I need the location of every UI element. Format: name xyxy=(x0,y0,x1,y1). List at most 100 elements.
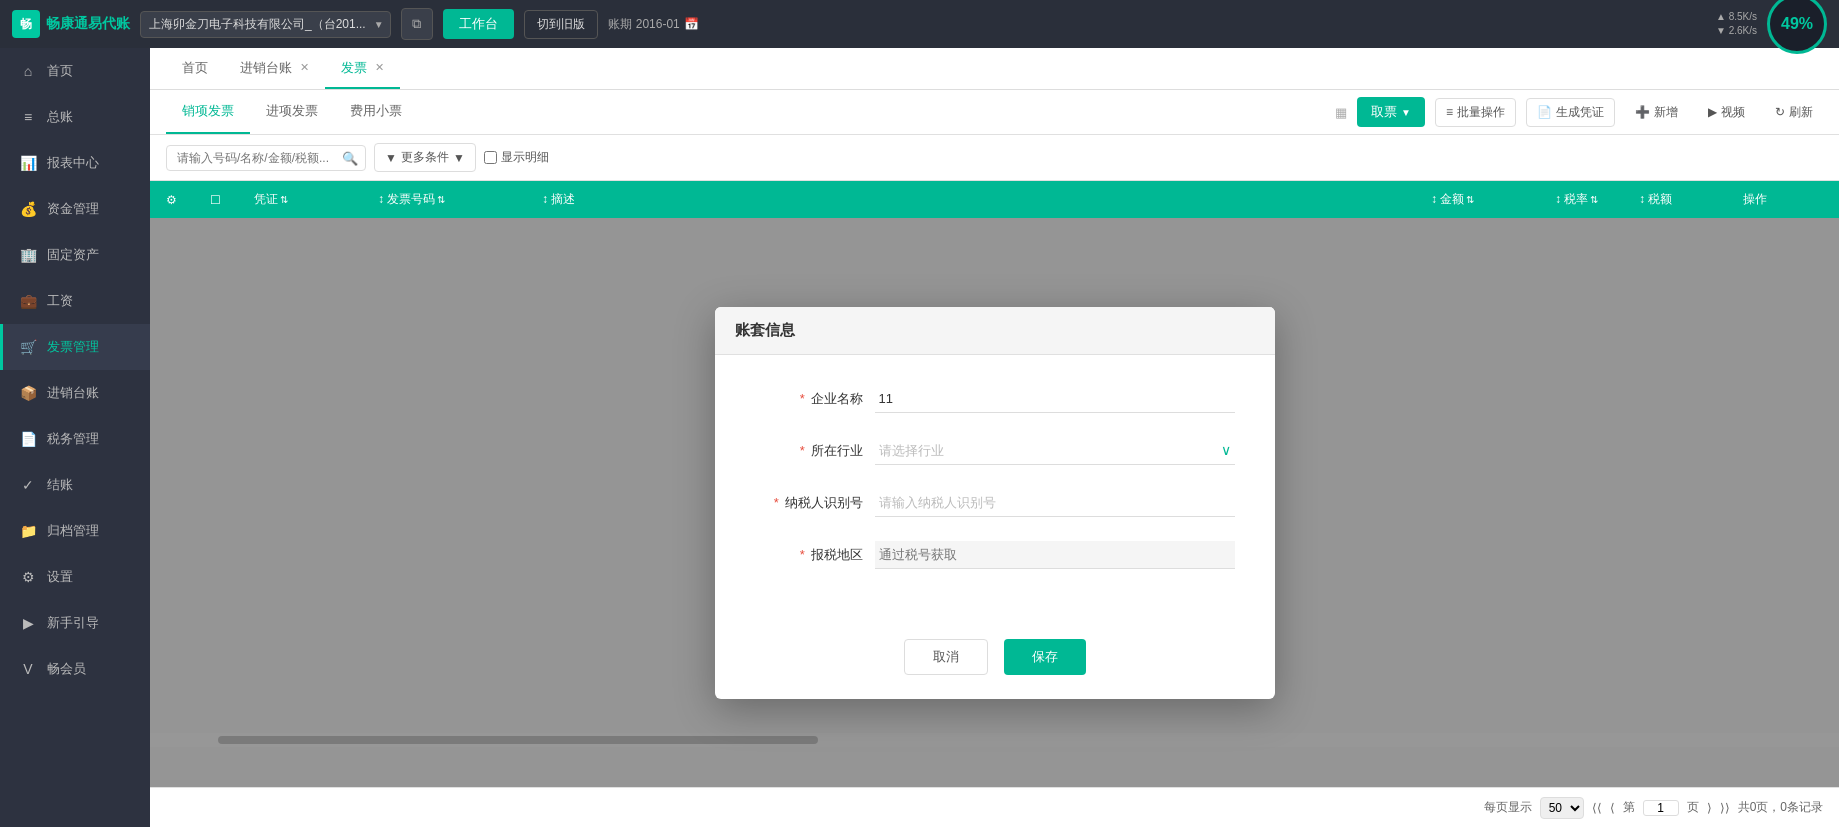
inner-tab-purchase-label: 进项发票 xyxy=(266,103,318,118)
sidebar-label-guide: 新手引导 xyxy=(47,614,99,632)
copy-icon: ⧉ xyxy=(412,16,421,32)
sidebar-item-guide[interactable]: ▶ 新手引导 xyxy=(0,600,150,646)
sidebar-label-home: 首页 xyxy=(47,62,73,80)
workbench-button[interactable]: 工作台 xyxy=(443,9,514,39)
pagination-bar: 每页显示 50 ⟨⟨ ⟨ 第 页 ⟩ ⟩⟩ 共0页，0条记录 xyxy=(150,787,1839,827)
gen-voucher-icon: 📄 xyxy=(1537,105,1552,119)
label-company: * 企业名称 xyxy=(755,390,875,408)
page-input[interactable] xyxy=(1643,800,1679,816)
sidebar-item-home[interactable]: ⌂ 首页 xyxy=(0,48,150,94)
cancel-button[interactable]: 取消 xyxy=(904,639,988,675)
sidebar-item-reports[interactable]: 📊 报表中心 xyxy=(0,140,150,186)
input-tax-region xyxy=(875,541,1235,569)
col-action-label: 操作 xyxy=(1743,191,1767,208)
tab-purchase-label: 进销台账 xyxy=(240,59,292,77)
logo-icon: 畅 xyxy=(12,10,40,38)
inner-tab-purchase[interactable]: 进项发票 xyxy=(250,90,334,134)
page-last-btn[interactable]: ⟩⟩ xyxy=(1720,801,1730,815)
col-voucher: 凭证 ⇅ xyxy=(254,191,374,208)
label-industry: * 所在行业 xyxy=(755,442,875,460)
col-amount: ↕ 金额 ⇅ xyxy=(1431,191,1551,208)
refresh-icon: ↻ xyxy=(1775,105,1785,119)
tab-invoice[interactable]: 发票 ✕ xyxy=(325,49,400,89)
required-star-company: * xyxy=(800,391,805,406)
top-bar-right: ▲ 8.5K/s ▼ 2.6K/s 49% xyxy=(1716,0,1827,54)
purchase-icon: 📦 xyxy=(19,385,37,401)
sidebar-item-member[interactable]: V 畅会员 xyxy=(0,646,150,692)
sidebar-item-purchase[interactable]: 📦 进销台账 xyxy=(0,370,150,416)
col-invoice-no-sort[interactable]: ⇅ xyxy=(437,194,445,205)
switch-old-button[interactable]: 切到旧版 xyxy=(524,10,598,39)
calendar-icon[interactable]: 📅 xyxy=(684,17,699,31)
video-button[interactable]: ▶ 视频 xyxy=(1698,99,1755,126)
sidebar-item-ledger[interactable]: ≡ 总账 xyxy=(0,94,150,140)
ticket-button[interactable]: 取票 ▼ xyxy=(1357,97,1425,127)
label-taxregion: * 报税地区 xyxy=(755,546,875,564)
tab-home[interactable]: 首页 xyxy=(166,49,224,89)
col-voucher-sort[interactable]: ⇅ xyxy=(280,194,288,205)
sidebar-label-purchase: 进销台账 xyxy=(47,384,99,402)
sidebar-label-tax: 税务管理 xyxy=(47,430,99,448)
show-detail-checkbox[interactable]: 显示明细 xyxy=(484,149,549,166)
page-next-btn[interactable]: ⟩ xyxy=(1707,801,1712,815)
modal-footer: 取消 保存 xyxy=(715,623,1275,699)
sidebar-item-payroll[interactable]: 💼 工资 xyxy=(0,278,150,324)
sidebar-item-funds[interactable]: 💰 资金管理 xyxy=(0,186,150,232)
refresh-button[interactable]: ↻ 刷新 xyxy=(1765,99,1823,126)
page-first-btn[interactable]: ⟨⟨ xyxy=(1592,801,1602,815)
company-name-text: 上海卯金刀电子科技有限公司_（台201... xyxy=(149,16,366,33)
per-page-label: 每页显示 xyxy=(1484,799,1532,816)
funds-icon: 💰 xyxy=(19,201,37,217)
sidebar-item-archive[interactable]: 📁 归档管理 xyxy=(0,508,150,554)
page-label: 第 xyxy=(1623,799,1635,816)
filter-down-icon: ▼ xyxy=(453,151,465,165)
logo-text: 畅康通易代账 xyxy=(46,15,130,33)
batch-op-label: 批量操作 xyxy=(1457,104,1505,121)
gen-voucher-button[interactable]: 📄 生成凭证 xyxy=(1526,98,1615,127)
col-amount-sort[interactable]: ⇅ xyxy=(1466,194,1474,205)
input-tax-id[interactable] xyxy=(875,489,1235,517)
save-button[interactable]: 保存 xyxy=(1004,639,1086,675)
ticket-dropdown-icon: ▼ xyxy=(1401,107,1411,118)
page-prev-btn[interactable]: ⟨ xyxy=(1610,801,1615,815)
sidebar: ⌂ 首页 ≡ 总账 📊 报表中心 💰 资金管理 🏢 固定资产 💼 工资 🛒 发票… xyxy=(0,48,150,827)
period-info: 账期 2016-01 📅 xyxy=(608,16,699,33)
col-checkbox[interactable]: ☐ xyxy=(210,193,250,207)
sidebar-item-tax[interactable]: 📄 税务管理 xyxy=(0,416,150,462)
batch-op-button[interactable]: ≡ 批量操作 xyxy=(1435,98,1516,127)
label-company-text: 企业名称 xyxy=(811,391,863,406)
sidebar-item-settlement[interactable]: ✓ 结账 xyxy=(0,462,150,508)
col-tax: ↕ 税额 xyxy=(1639,191,1739,208)
assets-icon: 🏢 xyxy=(19,247,37,263)
ledger-icon: ≡ xyxy=(19,109,37,125)
inner-tab-sales[interactable]: 销项发票 xyxy=(166,90,250,134)
select-industry-wrap: 请选择行业 ∨ xyxy=(875,437,1235,465)
input-company-name[interactable] xyxy=(875,385,1235,413)
filter-button[interactable]: ▼ 更多条件 ▼ xyxy=(374,143,476,172)
sidebar-item-assets[interactable]: 🏢 固定资产 xyxy=(0,232,150,278)
search-input[interactable] xyxy=(166,145,366,171)
inner-tab-expense-label: 费用小票 xyxy=(350,103,402,118)
tab-purchase[interactable]: 进销台账 ✕ xyxy=(224,49,325,89)
show-detail-input[interactable] xyxy=(484,151,497,164)
col-settings[interactable]: ⚙ xyxy=(166,193,206,207)
sidebar-item-settings[interactable]: ⚙ 设置 xyxy=(0,554,150,600)
select-industry[interactable]: 请选择行业 xyxy=(875,437,1235,464)
col-tax-rate-sort[interactable]: ⇅ xyxy=(1590,194,1598,205)
video-label: 视频 xyxy=(1721,104,1745,121)
label-taxid-text: 纳税人识别号 xyxy=(785,495,863,510)
tab-invoice-close[interactable]: ✕ xyxy=(375,61,384,74)
inner-tab-expense[interactable]: 费用小票 xyxy=(334,90,418,134)
tab-purchase-close[interactable]: ✕ xyxy=(300,61,309,74)
copy-icon-btn[interactable]: ⧉ xyxy=(401,8,433,40)
new-button[interactable]: ➕ 新增 xyxy=(1625,99,1688,126)
grid-view-icon[interactable]: ▦ xyxy=(1335,105,1347,120)
required-star-industry: * xyxy=(800,443,805,458)
refresh-label: 刷新 xyxy=(1789,104,1813,121)
sidebar-item-invoice[interactable]: 🛒 发票管理 xyxy=(0,324,150,370)
modal-header: 账套信息 xyxy=(715,307,1275,355)
sidebar-label-member: 畅会员 xyxy=(47,660,86,678)
new-icon: ➕ xyxy=(1635,105,1650,119)
company-selector[interactable]: 上海卯金刀电子科技有限公司_（台201... ▼ xyxy=(140,11,391,38)
per-page-select[interactable]: 50 xyxy=(1540,797,1584,819)
